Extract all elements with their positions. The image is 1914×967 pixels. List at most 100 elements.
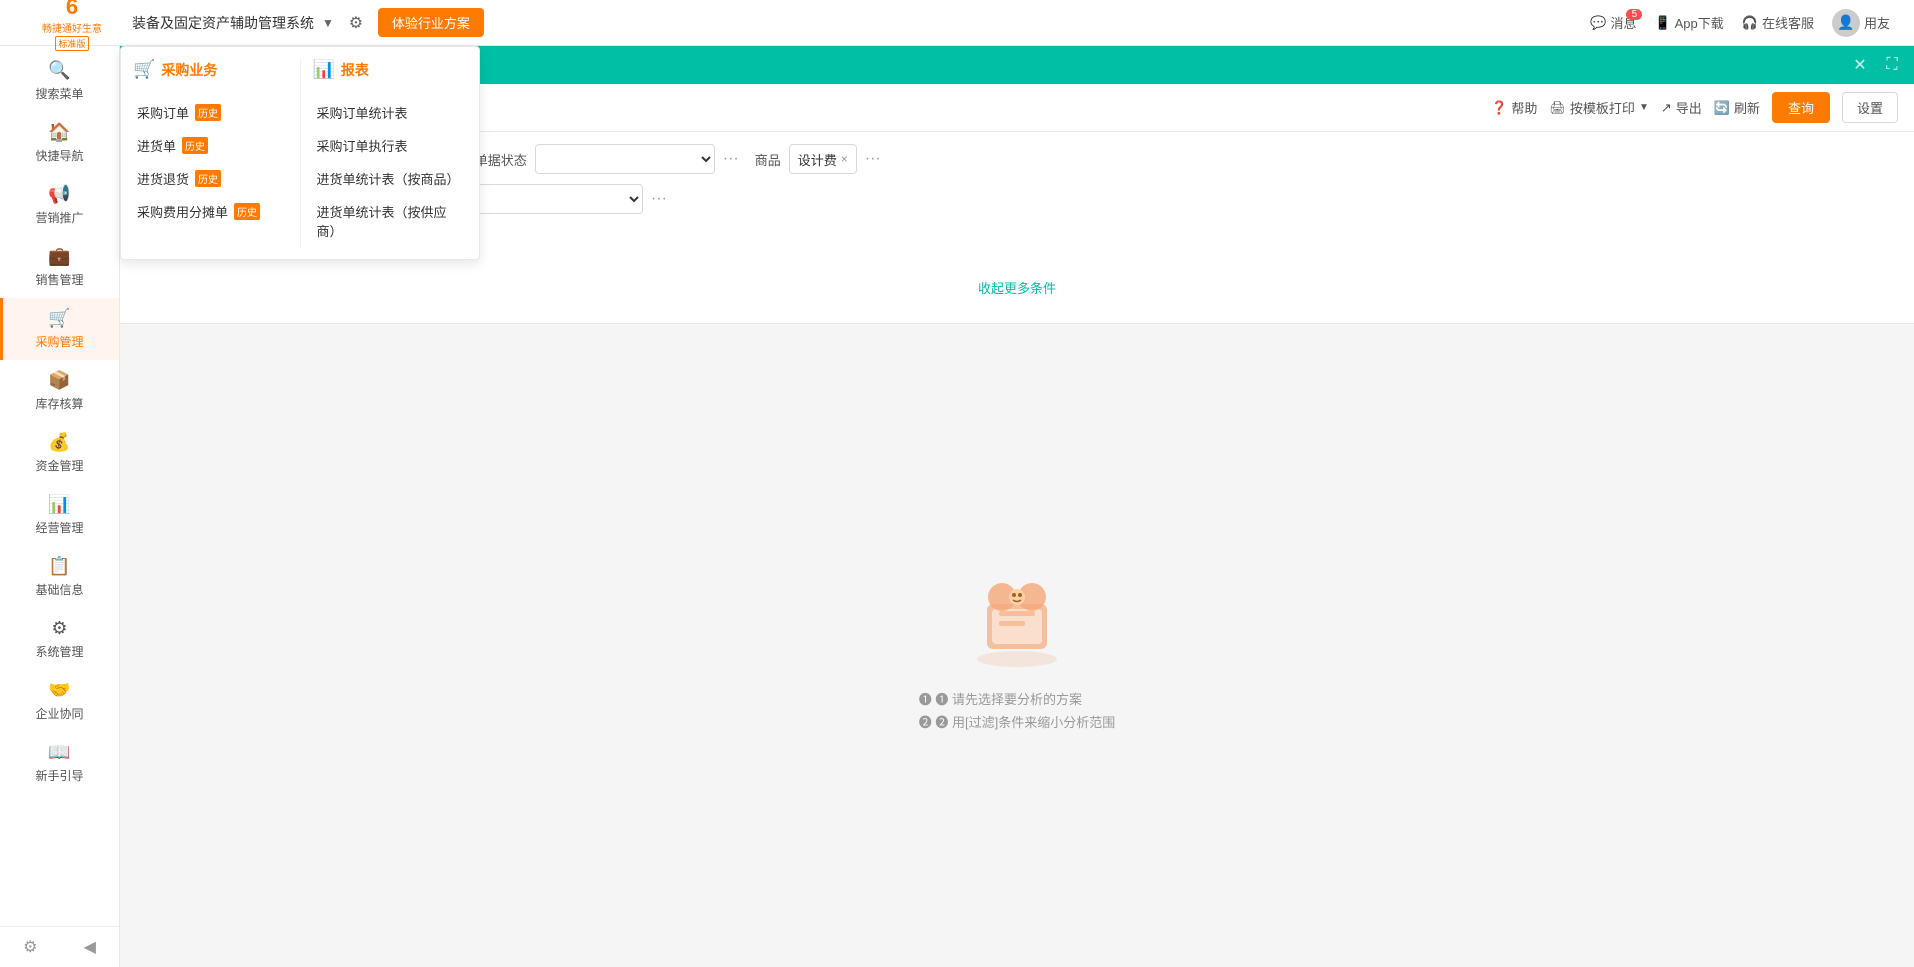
system-icon: ⚙: [51, 618, 67, 639]
empty-hint-2: ❷ 用[过滤]条件来缩小分析范围: [919, 710, 1115, 733]
online-service-label: 在线客服: [1762, 13, 1814, 32]
sidebar-item-search[interactable]: 🔍 搜索菜单: [0, 50, 119, 112]
capital-icon: 💰: [48, 432, 70, 453]
sidebar-settings-btn[interactable]: ⚙: [23, 937, 37, 957]
goods-more-btn[interactable]: ···: [865, 150, 881, 168]
sidebar-label-inventory: 库存核算: [35, 395, 83, 412]
tab-close-window-btn[interactable]: ✕: [1846, 51, 1874, 79]
dropdown-item-purchase-order-label: 采购订单: [137, 103, 189, 122]
headset-icon: 🎧: [1742, 15, 1758, 31]
settings-btn[interactable]: 设置: [1842, 92, 1898, 123]
help-btn[interactable]: ❓ 帮助: [1491, 98, 1537, 117]
sidebar-item-inventory[interactable]: 📦 库存核算: [0, 360, 119, 422]
toolbar-right: ❓ 帮助 🖨 按模板打印 ▼ ↗ 导出 🔄 刷新 查询 设置: [1491, 92, 1898, 123]
top-header: 6 畅捷通好生意 标准版 装备及固定资产辅助管理系统 ▼ ⚙ 体验行业方案 💬 …: [0, 0, 1914, 46]
dropdown-item-incoming-goods[interactable]: 进货单统计表（按商品）: [313, 162, 468, 195]
collapse-btn[interactable]: 收起更多条件: [136, 270, 1898, 305]
doc-status-more-btn[interactable]: ···: [723, 150, 739, 168]
user-avatar: 👤: [1832, 9, 1860, 37]
sidebar-label-sales: 销售管理: [35, 271, 83, 288]
doc-status-group: 单据状态 ···: [475, 144, 739, 174]
app-download-label: App下载: [1675, 13, 1724, 32]
dropdown-item-expense-label: 采购费用分摊单: [137, 202, 228, 221]
doc-status-select[interactable]: [535, 144, 715, 174]
industry-btn[interactable]: 体验行业方案: [378, 8, 484, 37]
search-icon: 🔍: [48, 60, 70, 81]
refresh-label: 刷新: [1734, 98, 1760, 117]
export-label: 导出: [1676, 98, 1702, 117]
message-badge: 5: [1626, 9, 1642, 20]
sidebar-label-enterprise: 企业协同: [35, 705, 83, 722]
dropdown-item-return-label: 进货退货: [137, 169, 189, 188]
print-btn[interactable]: 🖨 按模板打印 ▼: [1549, 98, 1648, 117]
dropdown-item-expense[interactable]: 采购费用分摊单 历史: [133, 195, 288, 228]
sidebar-label-quick-nav: 快捷导航: [35, 147, 83, 164]
phone-icon: 📱: [1654, 15, 1670, 31]
print-label: 按模板打印: [1570, 98, 1635, 117]
sidebar-item-enterprise[interactable]: 🤝 企业协同: [0, 670, 119, 732]
user-label: 用友: [1864, 13, 1890, 32]
refresh-icon: 🔄: [1714, 100, 1730, 116]
tab-maximize-btn[interactable]: ⛶: [1878, 51, 1906, 79]
sidebar-item-quick-nav[interactable]: 🏠 快捷导航: [0, 112, 119, 174]
sidebar-item-guide[interactable]: 📖 新手引导: [0, 732, 119, 794]
dropdown-item-order-exec[interactable]: 采购订单执行表: [313, 129, 468, 162]
sidebar-item-purchase[interactable]: 🛒 采购管理: [0, 298, 119, 360]
goods-tag-close[interactable]: ×: [841, 152, 848, 166]
salesperson-select[interactable]: [463, 184, 643, 214]
goods-group: 商品 设计费 × ···: [755, 144, 881, 174]
sidebar-label-search: 搜索菜单: [35, 85, 83, 102]
dropdown-item-return[interactable]: 进货退货 历史: [133, 162, 288, 195]
basic-info-icon: 📋: [48, 556, 70, 577]
dropdown-item-incoming[interactable]: 进货单 历史: [133, 129, 288, 162]
query-btn[interactable]: 查询: [1772, 92, 1830, 123]
history-badge-2: 历史: [195, 170, 221, 187]
history-badge-3: 历史: [234, 203, 260, 220]
sidebar-label-operations: 经营管理: [35, 519, 83, 536]
user-action[interactable]: 👤 用友: [1832, 9, 1890, 37]
home-icon: 🏠: [48, 122, 70, 143]
sidebar-label-basic-info: 基础信息: [35, 581, 83, 598]
report-icon: 📊: [313, 59, 335, 80]
inventory-icon: 📦: [48, 370, 70, 391]
system-dropdown-btn[interactable]: ▼: [322, 16, 334, 30]
sidebar-label-marketing: 营销推广: [35, 209, 83, 226]
dropdown-item-order-stat[interactable]: 采购订单统计表: [313, 96, 468, 129]
purchase-dropdown-menu: 🛒 采购业务 采购订单 历史 进货单 历史 进货退货 历史 采购费用分摊单 历史…: [120, 46, 480, 260]
purchase-icon: 🛒: [48, 308, 70, 329]
empty-text-list: ❶ 请先选择要分析的方案 ❷ 用[过滤]条件来缩小分析范围: [919, 687, 1115, 733]
dropdown-item-incoming-goods-label: 进货单统计表（按商品）: [317, 169, 460, 188]
sidebar-item-capital[interactable]: 💰 资金管理: [0, 422, 119, 484]
report-col: 📊 报表 采购订单统计表 采购订单执行表 进货单统计表（按商品） 进货单统计表（…: [300, 59, 480, 247]
help-icon: ❓: [1491, 100, 1507, 116]
online-service-action[interactable]: 🎧 在线客服: [1742, 13, 1814, 32]
empty-hint-1: ❶ 请先选择要分析的方案: [919, 687, 1115, 710]
settings-gear-icon[interactable]: ⚙: [342, 9, 370, 37]
dropdown-item-order-stat-label: 采购订单统计表: [317, 103, 408, 122]
marketing-icon: 📢: [48, 184, 70, 205]
salesperson-more-btn[interactable]: ···: [651, 190, 667, 208]
dropdown-item-incoming-supplier[interactable]: 进货单统计表（按供应商）: [313, 195, 468, 247]
sidebar-collapse-btn[interactable]: ◀: [84, 937, 96, 957]
sidebar-item-basic-info[interactable]: 📋 基础信息: [0, 546, 119, 608]
sidebar-item-system[interactable]: ⚙ 系统管理: [0, 608, 119, 670]
enterprise-icon: 🤝: [48, 680, 70, 701]
export-icon: ↗: [1661, 100, 1672, 116]
report-title: 📊 报表: [313, 59, 468, 86]
sidebar: 🔍 搜索菜单 🏠 快捷导航 📢 营销推广 💼 销售管理 🛒 采购管理 📦 库存核…: [0, 46, 120, 967]
export-btn[interactable]: ↗ 导出: [1661, 98, 1702, 117]
sidebar-item-sales[interactable]: 💼 销售管理: [0, 236, 119, 298]
sidebar-item-marketing[interactable]: 📢 营销推广: [0, 174, 119, 236]
app-download-action[interactable]: 📱 App下载: [1654, 13, 1723, 32]
dropdown-item-purchase-order[interactable]: 采购订单 历史: [133, 96, 288, 129]
sidebar-label-purchase: 采购管理: [35, 333, 83, 350]
chat-icon: 💬: [1590, 15, 1606, 31]
guide-icon: 📖: [48, 742, 70, 763]
doc-status-label: 单据状态: [475, 150, 527, 169]
header-center: 装备及固定资产辅助管理系统 ▼ ⚙ 体验行业方案: [132, 8, 1590, 37]
sidebar-item-operations[interactable]: 📊 经营管理: [0, 484, 119, 546]
sidebar-bottom: ⚙ ◀: [0, 926, 119, 967]
message-action[interactable]: 💬 消息 5: [1590, 13, 1636, 32]
logo-badge: 标准版: [55, 36, 88, 51]
refresh-btn[interactable]: 🔄 刷新: [1714, 98, 1760, 117]
